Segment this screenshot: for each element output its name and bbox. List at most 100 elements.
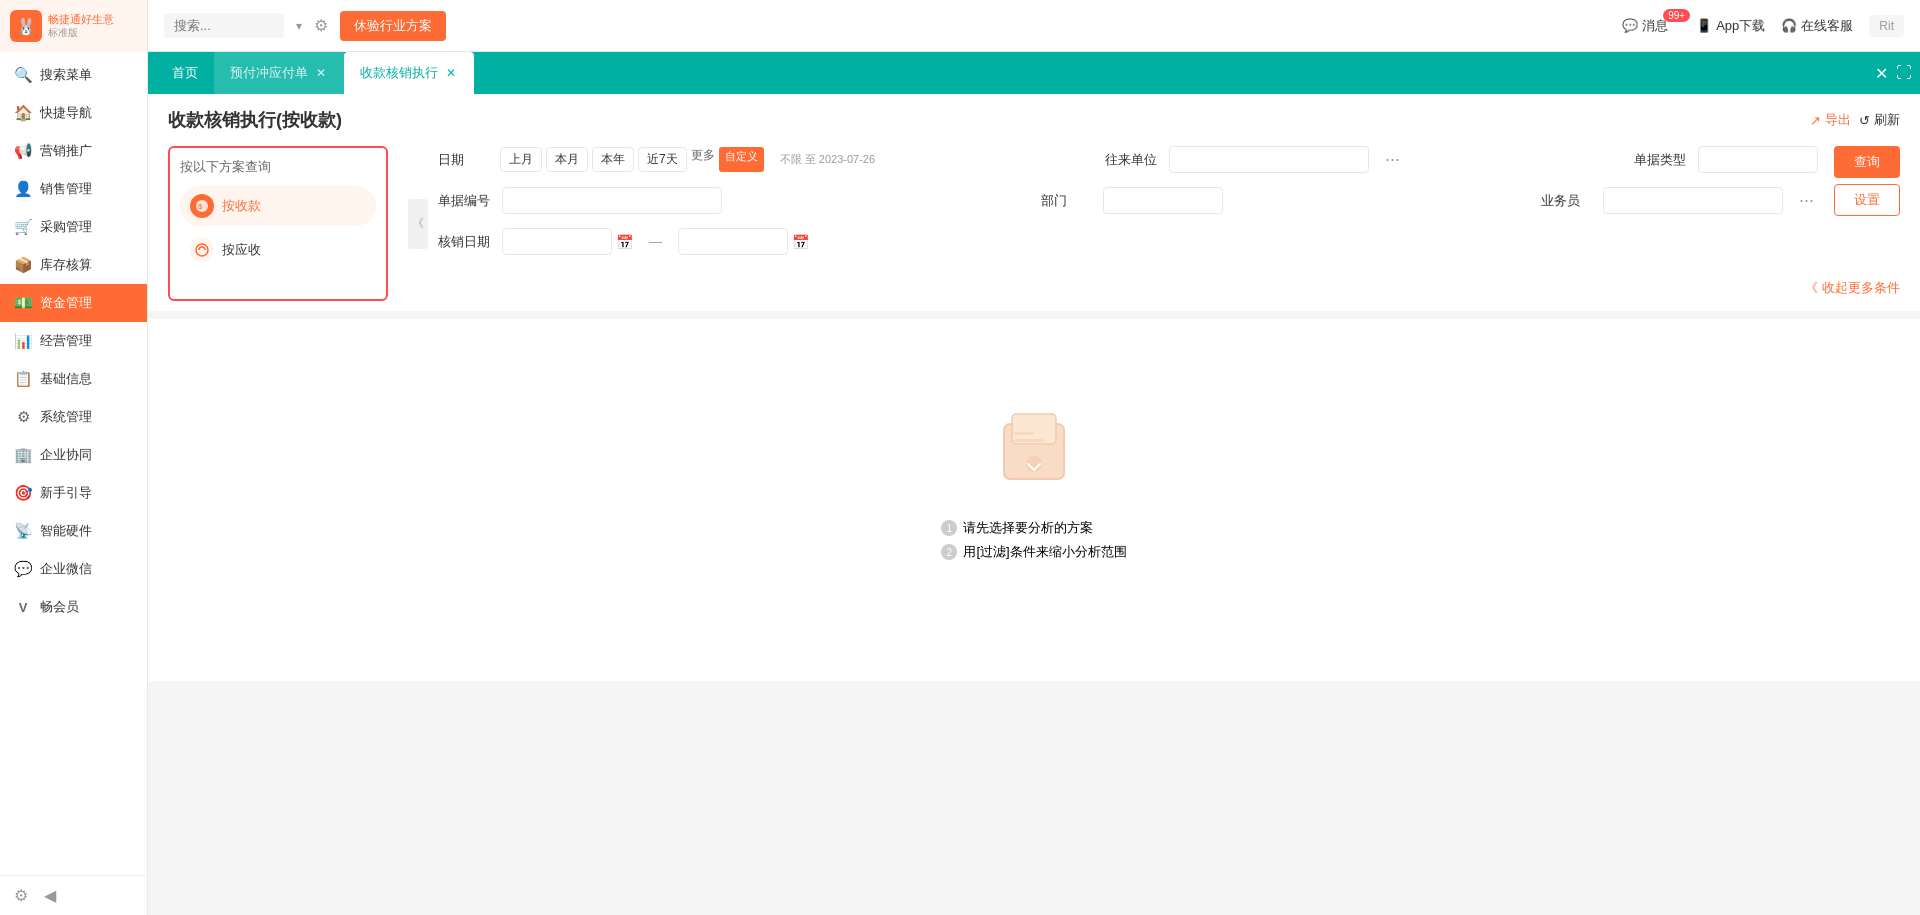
sidebar-item-sales[interactable]: 👤 销售管理	[0, 170, 147, 208]
operations-nav-icon: 📊	[14, 332, 32, 350]
query-button[interactable]: 查询	[1834, 146, 1900, 178]
enterprise-nav-icon: 🏢	[14, 446, 32, 464]
topbar-chevron-icon[interactable]: ▾	[296, 19, 302, 33]
empty-tip-2: 2 用[过滤]条件来缩小分析范围	[941, 543, 1126, 561]
user-info[interactable]: Rit	[1869, 15, 1904, 37]
logo-text-area: 畅捷通好生意 标准版	[48, 12, 114, 40]
sidebar-item-purchase[interactable]: 🛒 采购管理	[0, 208, 147, 246]
online-service-button[interactable]: 🎧 在线客服	[1781, 17, 1853, 35]
sidebar-item-search[interactable]: 🔍 搜索菜单	[0, 56, 147, 94]
refresh-button[interactable]: ↺ 刷新	[1859, 111, 1900, 129]
sidebar-item-label-marketing: 营销推广	[40, 142, 92, 160]
sidebar-item-system[interactable]: ⚙ 系统管理	[0, 398, 147, 436]
doc-type-label: 单据类型	[1634, 151, 1686, 169]
sidebar-item-operations[interactable]: 📊 经营管理	[0, 322, 147, 360]
sidebar-item-enterprise[interactable]: 🏢 企业协同	[0, 436, 147, 474]
filter-date-label: 日期	[438, 151, 488, 169]
refresh-icon: ↺	[1859, 113, 1870, 128]
verify-date-start-wrap: 2023-03-01 📅	[502, 228, 633, 255]
filter-row-3: 核销日期 2023-03-01 📅 — 2023-07-21 📅	[438, 228, 1818, 255]
verify-date-end-calendar-icon[interactable]: 📅	[792, 234, 809, 250]
svg-text:$: $	[198, 202, 203, 211]
tab-home-label: 首页	[172, 64, 198, 82]
export-label: 导出	[1825, 111, 1851, 129]
collapse-sidebar-icon[interactable]: ◀	[44, 886, 56, 905]
collapse-button[interactable]: 《	[408, 199, 428, 249]
app-download-button[interactable]: 📱 App下载	[1696, 17, 1765, 35]
empty-tips: 1 请先选择要分析的方案 2 用[过滤]条件来缩小分析范围	[941, 519, 1126, 561]
settings-button[interactable]: 设置	[1834, 184, 1900, 216]
purchase-nav-icon: 🛒	[14, 218, 32, 236]
sidebar-item-label-finance: 资金管理	[40, 294, 92, 312]
filter-rows-main: 日期 上月 本月 本年 近7天 更多 自定义 不限 至 2023-07-26	[438, 146, 1818, 269]
dept-label: 部门	[1041, 192, 1091, 210]
verify-date-start-calendar-icon[interactable]: 📅	[616, 234, 633, 250]
doc-type-select[interactable]	[1698, 146, 1818, 173]
settings-footer-icon[interactable]: ⚙	[14, 886, 28, 905]
filter-option-receivable-label: 按应收	[222, 241, 261, 259]
sidebar-item-label-wechat: 企业微信	[40, 560, 92, 578]
sidebar-item-inventory[interactable]: 📦 库存核算	[0, 246, 147, 284]
dept-select[interactable]	[1103, 187, 1223, 214]
svg-point-2	[196, 244, 208, 256]
filter-row-1-wrap: 日期 上月 本月 本年 近7天 更多 自定义 不限 至 2023-07-26	[438, 146, 1900, 269]
filter-panel: 按以下方案查询 $ 按收款	[148, 132, 1920, 311]
date-custom-tag[interactable]: 自定义	[719, 147, 764, 172]
filter-sidebar-title: 按以下方案查询	[180, 158, 376, 176]
tab-receipt[interactable]: 收款核销执行 ✕	[344, 52, 474, 94]
sidebar-item-basic-info[interactable]: 📋 基础信息	[0, 360, 147, 398]
tab-prepay-close[interactable]: ✕	[314, 64, 328, 82]
sidebar-footer: ⚙ ◀	[0, 875, 147, 915]
tab-expand-icon[interactable]: ⛶	[1896, 64, 1912, 82]
sidebar-item-finance[interactable]: 💵 资金管理	[0, 284, 147, 322]
topbar: ▾ ⚙ 休验行业方案 💬 消息 99+ 📱 App下载 🎧 在线客服 Rit	[148, 0, 1920, 52]
date-btn-last-month[interactable]: 上月	[500, 147, 542, 172]
sidebar-item-smart-hw[interactable]: 📡 智能硬件	[0, 512, 147, 550]
filter-right: 日期 上月 本月 本年 近7天 更多 自定义 不限 至 2023-07-26	[438, 146, 1900, 301]
date-range-hint: 不限 至 2023-07-26	[780, 152, 875, 167]
counterparty-dots-icon[interactable]: ···	[1381, 149, 1404, 170]
tab-close-all-icon[interactable]: ✕	[1875, 64, 1888, 83]
date-more-label[interactable]: 更多	[691, 147, 715, 172]
export-button[interactable]: ↗ 导出	[1810, 111, 1851, 129]
sidebar-nav: 🔍 搜索菜单 🏠 快捷导航 📢 营销推广 👤 销售管理 🛒 采购管理 📦 库存核…	[0, 52, 147, 875]
sidebar-item-label-member: 畅会员	[40, 598, 79, 616]
topbar-gear-icon[interactable]: ⚙	[314, 16, 328, 35]
staff-dots-icon[interactable]: ···	[1795, 190, 1818, 211]
filter-option-receivable[interactable]: 按应收	[180, 230, 376, 270]
date-btn-this-year[interactable]: 本年	[592, 147, 634, 172]
filter-row-2: 单据编号 部门 业务员 ···	[438, 187, 1818, 214]
topbar-search-input[interactable]	[164, 13, 284, 38]
tab-prepay[interactable]: 预付冲应付单 ✕	[214, 52, 344, 94]
message-icon: 💬	[1622, 18, 1638, 33]
sidebar-item-quick-nav[interactable]: 🏠 快捷导航	[0, 94, 147, 132]
message-badge: 99+	[1663, 9, 1690, 22]
tab-receipt-close[interactable]: ✕	[444, 64, 458, 82]
collapse-more-icon: 《	[1805, 279, 1818, 297]
doc-num-input[interactable]	[502, 187, 722, 214]
system-nav-icon: ⚙	[14, 408, 32, 426]
sidebar-item-label-search: 搜索菜单	[40, 66, 92, 84]
filter-row-1: 日期 上月 本月 本年 近7天 更多 自定义 不限 至 2023-07-26	[438, 146, 1818, 173]
verify-date-start-input[interactable]: 2023-03-01	[502, 228, 612, 255]
counterparty-input[interactable]	[1169, 146, 1369, 173]
sidebar-item-newbie[interactable]: 🎯 新手引导	[0, 474, 147, 512]
sidebar-item-member[interactable]: V 畅会员	[0, 588, 147, 626]
export-icon: ↗	[1810, 113, 1821, 128]
sidebar-item-marketing[interactable]: 📢 营销推广	[0, 132, 147, 170]
sidebar-item-wechat[interactable]: 💬 企业微信	[0, 550, 147, 588]
message-button[interactable]: 💬 消息 99+	[1622, 17, 1680, 35]
solution-button[interactable]: 休验行业方案	[340, 11, 446, 41]
staff-input[interactable]	[1603, 187, 1783, 214]
sidebar-item-label-purchase: 采购管理	[40, 218, 92, 236]
service-icon: 🎧	[1781, 18, 1797, 33]
date-btn-this-month[interactable]: 本月	[546, 147, 588, 172]
empty-tip-1-label: 请先选择要分析的方案	[963, 519, 1093, 537]
tab-home[interactable]: 首页	[156, 52, 214, 94]
collapse-more-button[interactable]: 《 收起更多条件	[1805, 279, 1900, 297]
filter-option-receipt[interactable]: $ 按收款	[180, 186, 376, 226]
verify-date-end-input[interactable]: 2023-07-21	[678, 228, 788, 255]
main-area: ▾ ⚙ 休验行业方案 💬 消息 99+ 📱 App下载 🎧 在线客服 Rit	[148, 0, 1920, 915]
date-btn-7days[interactable]: 近7天	[638, 147, 687, 172]
collapse-icon: 《	[412, 215, 424, 232]
